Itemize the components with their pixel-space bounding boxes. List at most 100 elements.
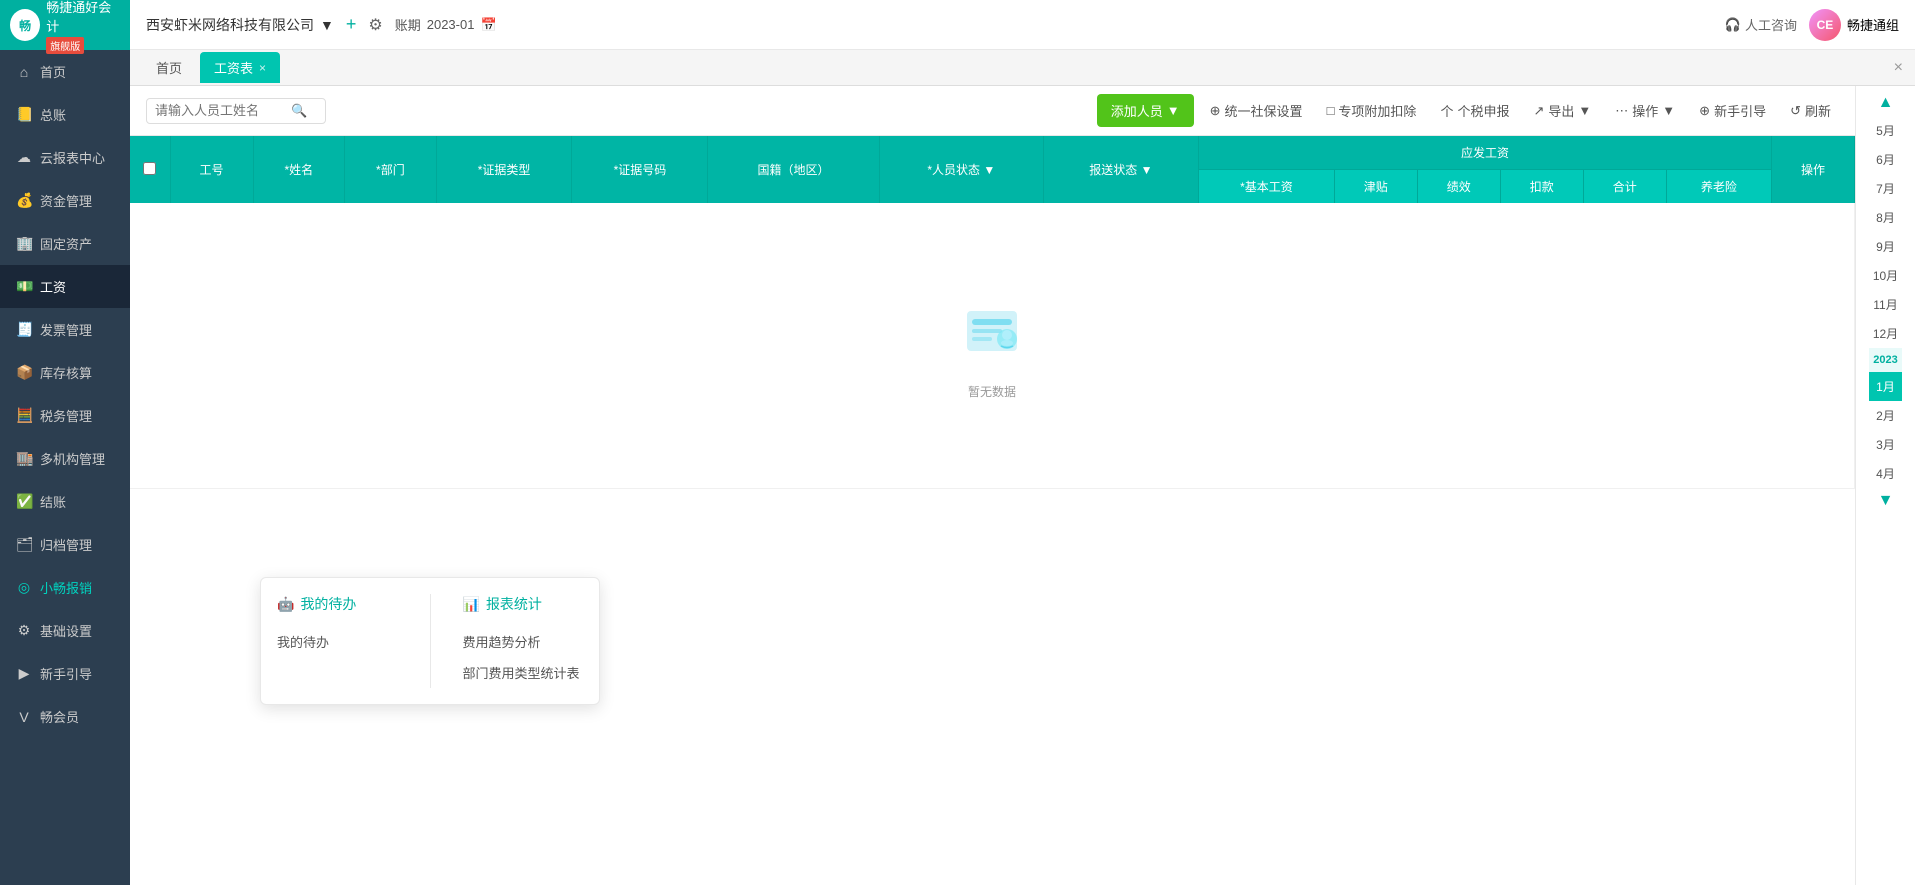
export-label: 导出	[1548, 101, 1574, 120]
search-box[interactable]: 🔍	[146, 98, 326, 124]
month-item-2023-1月[interactable]: 1月	[1869, 372, 1902, 401]
ledger-icon: 📒	[16, 106, 32, 123]
close-window-btn[interactable]: ×	[1894, 59, 1903, 77]
tab-home-tab[interactable]: 首页	[142, 52, 196, 83]
op-label: 操作	[1632, 101, 1658, 120]
special-deduct-btn[interactable]: □ 专项附加扣除	[1319, 97, 1425, 124]
popup-report-title: 📊 报表统计	[463, 594, 584, 614]
tab-salary-tab[interactable]: 工资表×	[200, 52, 280, 83]
month-item-2023-2月[interactable]: 2月	[1869, 401, 1902, 430]
sidebar-item-archive[interactable]: 🗂归档管理	[0, 523, 130, 566]
social-icon: ⊕	[1210, 103, 1221, 119]
empty-state-cell: 暂无数据	[130, 203, 1855, 489]
header: 西安虾米网络科技有限公司 ▼ + ⚙ 账期 2023-01 📅 🎧 人工咨询 C…	[130, 0, 1915, 50]
export-dropdown-icon: ▼	[1578, 103, 1591, 118]
th-send-status: 报送状态 ▼	[1043, 136, 1198, 203]
fixed-assets-icon: 🏢	[16, 235, 32, 252]
th-checkbox[interactable]	[130, 136, 170, 203]
salary-area: 🔍 添加人员 ▼ ⊕ 统一社保设置 □ 专项附加扣除	[130, 86, 1855, 885]
guide-btn[interactable]: ⊕ 新手引导	[1691, 97, 1774, 124]
month-down-btn[interactable]: ▼	[1874, 488, 1898, 514]
month-list: 5月6月7月8月9月10月11月12月20231月2月3月4月	[1869, 116, 1902, 488]
social-insurance-btn[interactable]: ⊕ 统一社保设置	[1202, 97, 1311, 124]
add-dropdown-icon: ▼	[1167, 103, 1180, 118]
settings-icon[interactable]: ⚙	[368, 15, 382, 35]
sidebar-item-ledger[interactable]: 📒总账	[0, 93, 130, 136]
tax-label: 个税申报	[1457, 101, 1509, 120]
sidebar-item-invoice[interactable]: 🧾发票管理	[0, 308, 130, 351]
search-icon: 🔍	[291, 103, 307, 119]
report-title-text: 报表统计	[486, 594, 542, 614]
tax-icon: 个	[1440, 101, 1453, 120]
popup-item-dept-cost[interactable]: 部门费用类型统计表	[463, 657, 584, 688]
sidebar-label-member: 畅会员	[40, 707, 79, 726]
month-item-2023-4月[interactable]: 4月	[1869, 459, 1902, 488]
popup-item-mytodo[interactable]: 我的待办	[277, 626, 398, 657]
th-deduct: 扣款	[1500, 170, 1583, 204]
member-icon: V	[16, 709, 32, 725]
special-icon: □	[1327, 103, 1335, 118]
sidebar-label-basic-settings: 基础设置	[40, 621, 92, 640]
company-dropdown-icon: ▼	[320, 17, 334, 33]
sidebar-item-basic-settings[interactable]: ⚙基础设置	[0, 609, 130, 652]
tax-report-btn[interactable]: 个 个税申报	[1432, 97, 1517, 124]
operation-btn[interactable]: ⋯ 操作 ▼	[1607, 97, 1683, 124]
tax-icon: 🧮	[16, 407, 32, 424]
support-btn[interactable]: 🎧 人工咨询	[1725, 15, 1797, 34]
th-salary-group: 应发工资	[1198, 136, 1771, 170]
popup-col-todo: 🤖 我的待办 我的待办	[277, 594, 398, 688]
sidebar-item-inventory[interactable]: 📦库存核算	[0, 351, 130, 394]
month-up-btn[interactable]: ▲	[1874, 90, 1898, 116]
sidebar-item-settlement[interactable]: ✅结账	[0, 480, 130, 523]
user-area[interactable]: CE 畅捷通组	[1809, 9, 1899, 41]
month-item-5月[interactable]: 5月	[1869, 116, 1902, 145]
month-item-2023-3月[interactable]: 3月	[1869, 430, 1902, 459]
month-item-9月[interactable]: 9月	[1869, 232, 1902, 261]
export-btn[interactable]: ↗ 导出 ▼	[1525, 97, 1599, 124]
support-label: 人工咨询	[1745, 15, 1797, 34]
sidebar-label-guide: 新手引导	[40, 664, 92, 683]
tabs-container: 首页工资表×	[142, 52, 280, 83]
todo-icon: 🤖	[277, 596, 294, 613]
th-idno: *证据号码	[572, 136, 708, 203]
sidebar-item-guide[interactable]: ▶新手引导	[0, 652, 130, 695]
refresh-btn[interactable]: ↺ 刷新	[1782, 97, 1839, 124]
month-item-12月[interactable]: 12月	[1869, 319, 1902, 348]
month-item-8月[interactable]: 8月	[1869, 203, 1902, 232]
month-item-6月[interactable]: 6月	[1869, 145, 1902, 174]
th-pension: 养老险	[1666, 170, 1771, 204]
calendar-icon[interactable]: 📅	[480, 17, 496, 33]
sidebar-label-fixed-assets: 固定资产	[40, 234, 92, 253]
select-all-checkbox[interactable]	[143, 162, 156, 175]
sidebar-item-member[interactable]: V 畅会员	[0, 695, 130, 738]
sidebar-label-home: 首页	[40, 62, 66, 81]
add-company-btn[interactable]: +	[346, 14, 357, 35]
op-dropdown-icon: ▼	[1662, 103, 1675, 118]
month-item-7月[interactable]: 7月	[1869, 174, 1902, 203]
sidebar-item-fund[interactable]: 💰资金管理	[0, 179, 130, 222]
search-input[interactable]	[155, 103, 285, 118]
add-people-btn[interactable]: 添加人员 ▼	[1097, 94, 1194, 127]
company-selector[interactable]: 西安虾米网络科技有限公司 ▼	[146, 15, 334, 35]
popup-item-cost-trend[interactable]: 费用趋势分析	[463, 626, 584, 657]
sidebar-item-multi-org[interactable]: 🏬多机构管理	[0, 437, 130, 480]
sidebar-label-invoice: 发票管理	[40, 320, 92, 339]
refresh-icon: ↺	[1790, 103, 1801, 119]
sidebar-item-salary[interactable]: 💵工资	[0, 265, 130, 308]
inventory-icon: 📦	[16, 364, 32, 381]
sidebar-item-cloud-report[interactable]: ☁云报表中心	[0, 136, 130, 179]
sidebar-item-fixed-assets[interactable]: 🏢 固定资产	[0, 222, 130, 265]
tab-close-salary-tab[interactable]: ×	[259, 61, 266, 75]
logo-icon: 畅	[10, 9, 40, 41]
sidebar-label-archive: 归档管理	[40, 535, 92, 554]
sidebar-item-home[interactable]: ⌂首页	[0, 50, 130, 93]
month-item-10月[interactable]: 10月	[1869, 261, 1902, 290]
month-item-11月[interactable]: 11月	[1869, 290, 1902, 319]
sidebar-item-tax[interactable]: 🧮税务管理	[0, 394, 130, 437]
th-base-salary: *基本工资	[1198, 170, 1334, 204]
sidebar-item-xiaochang[interactable]: ◎小畅报销	[0, 566, 130, 609]
salary-table: 工号 *姓名 *部门 *证据类型 *证据号码 国籍（地区） *人员状态 ▼ 报送…	[130, 136, 1855, 489]
th-allowance: 津贴	[1334, 170, 1417, 204]
logo-initials: 畅	[19, 17, 31, 34]
special-label: 专项附加扣除	[1338, 101, 1416, 120]
